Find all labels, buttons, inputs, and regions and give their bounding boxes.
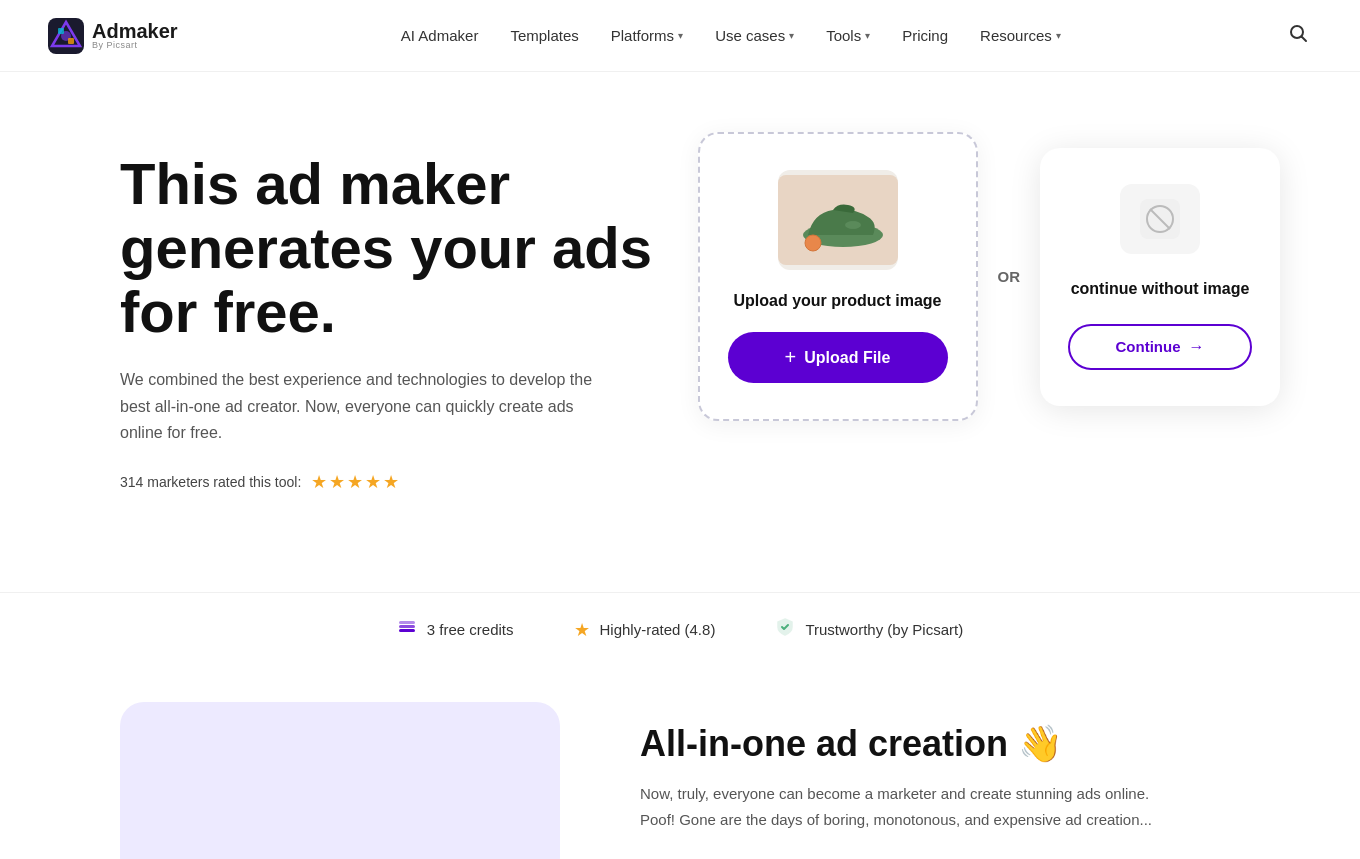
- or-divider: OR: [978, 268, 1041, 285]
- chevron-down-icon: ▾: [865, 30, 870, 41]
- free-credits-label: 3 free credits: [427, 621, 514, 638]
- nav-item-templates[interactable]: Templates: [510, 27, 578, 44]
- feature-free-credits: 3 free credits: [397, 617, 514, 642]
- rating-label: 314 marketers rated this tool:: [120, 474, 301, 490]
- product-image-preview: [778, 170, 898, 270]
- nav-item-use-cases[interactable]: Use cases ▾: [715, 27, 794, 44]
- hero-left: This ad maker generates your ads for fre…: [120, 132, 658, 493]
- nav-link-ai-admaker[interactable]: AI Admaker: [401, 27, 479, 44]
- chevron-down-icon: ▾: [1056, 30, 1061, 41]
- hero-description: We combined the best experience and tech…: [120, 367, 600, 446]
- star-2: ★: [329, 471, 345, 493]
- logo-link[interactable]: Admaker By Picsart: [48, 18, 178, 54]
- nav-link-pricing[interactable]: Pricing: [902, 27, 948, 44]
- upload-card: Upload your product image + Upload File: [698, 132, 978, 421]
- logo-sub-text: By Picsart: [92, 41, 178, 50]
- stack-icon: [397, 617, 417, 642]
- nav-link-use-cases[interactable]: Use cases ▾: [715, 27, 794, 44]
- trustworthy-label: Trustworthy (by Picsart): [805, 621, 963, 638]
- lower-text: All-in-one ad creation 👋 Now, truly, eve…: [640, 702, 1240, 832]
- svg-rect-3: [58, 28, 64, 34]
- nav-links: AI Admaker Templates Platforms ▾ Use cas…: [401, 27, 1061, 44]
- lower-description: Now, truly, everyone can become a market…: [640, 781, 1160, 832]
- nav-item-tools[interactable]: Tools ▾: [826, 27, 870, 44]
- hero-rating: 314 marketers rated this tool: ★ ★ ★ ★ ★: [120, 471, 658, 493]
- nav-right: [1284, 19, 1312, 52]
- star-1: ★: [311, 471, 327, 493]
- logo-text-area: Admaker By Picsart: [92, 21, 178, 50]
- upload-plus-icon: +: [785, 346, 797, 369]
- svg-point-9: [845, 221, 861, 229]
- navbar: Admaker By Picsart AI Admaker Templates …: [0, 0, 1360, 72]
- features-row: 3 free credits ★ Highly-rated (4.8) Trus…: [0, 592, 1360, 682]
- continue-card-title: continue without image: [1071, 278, 1250, 300]
- star-5: ★: [383, 471, 399, 493]
- star-icon: ★: [574, 619, 590, 641]
- no-image-svg: [1140, 199, 1180, 239]
- svg-rect-17: [399, 621, 415, 624]
- nav-link-templates[interactable]: Templates: [510, 27, 578, 44]
- svg-rect-15: [399, 629, 415, 632]
- logo-icon: [48, 18, 84, 54]
- continue-button[interactable]: Continue →: [1068, 324, 1252, 370]
- highly-rated-label: Highly-rated (4.8): [600, 621, 716, 638]
- lower-title: All-in-one ad creation 👋: [640, 722, 1240, 765]
- svg-rect-16: [399, 625, 415, 628]
- star-3: ★: [347, 471, 363, 493]
- nav-link-platforms[interactable]: Platforms ▾: [611, 27, 683, 44]
- hero-section: This ad maker generates your ads for fre…: [0, 72, 1360, 592]
- nav-item-platforms[interactable]: Platforms ▾: [611, 27, 683, 44]
- upload-file-button[interactable]: + Upload File: [728, 332, 948, 383]
- nav-item-resources[interactable]: Resources ▾: [980, 27, 1061, 44]
- feature-trustworthy: Trustworthy (by Picsart): [775, 617, 963, 642]
- chevron-down-icon: ▾: [678, 30, 683, 41]
- lower-section: All-in-one ad creation 👋 Now, truly, eve…: [0, 682, 1360, 859]
- star-rating: ★ ★ ★ ★ ★: [311, 471, 399, 493]
- logo-main-text: Admaker: [92, 21, 178, 41]
- star-4: ★: [365, 471, 381, 493]
- svg-rect-4: [68, 38, 74, 44]
- hero-title: This ad maker generates your ads for fre…: [120, 152, 658, 343]
- nav-link-resources[interactable]: Resources ▾: [980, 27, 1061, 44]
- hero-right: Upload your product image + Upload File …: [698, 132, 1281, 421]
- shoe-illustration: [778, 175, 898, 265]
- feature-highly-rated: ★ Highly-rated (4.8): [574, 619, 716, 641]
- svg-line-6: [1301, 37, 1306, 42]
- continue-card: continue without image Continue →: [1040, 148, 1280, 406]
- lower-card-visual: [120, 702, 560, 859]
- nav-item-pricing[interactable]: Pricing: [902, 27, 948, 44]
- search-button[interactable]: [1284, 19, 1312, 52]
- chevron-down-icon: ▾: [789, 30, 794, 41]
- search-icon: [1288, 23, 1308, 43]
- upload-card-title: Upload your product image: [733, 290, 941, 312]
- no-image-icon: [1120, 184, 1200, 254]
- nav-link-tools[interactable]: Tools ▾: [826, 27, 870, 44]
- arrow-right-icon: →: [1189, 338, 1205, 356]
- nav-item-ai-admaker[interactable]: AI Admaker: [401, 27, 479, 44]
- shield-icon: [775, 617, 795, 642]
